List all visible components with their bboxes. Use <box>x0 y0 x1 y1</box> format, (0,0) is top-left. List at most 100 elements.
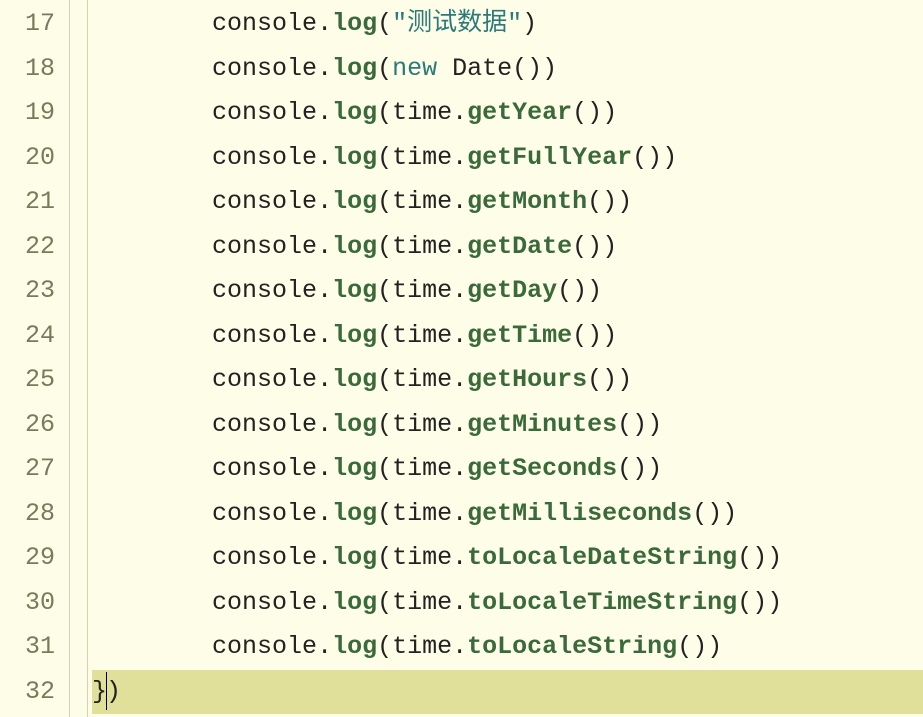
token-dot: . <box>452 454 467 483</box>
token-obj: time <box>392 276 452 305</box>
token-dot: . <box>317 98 332 127</box>
token-paren: () <box>572 98 602 127</box>
token-method: log <box>332 232 377 261</box>
token-method: getMonth <box>467 187 587 216</box>
token-obj: console <box>212 543 317 572</box>
token-method: log <box>332 632 377 661</box>
token-obj: time <box>392 98 452 127</box>
code-line[interactable]: console.log("测试数据") <box>92 2 923 47</box>
token-paren: ( <box>377 54 392 83</box>
token-method: log <box>332 9 377 38</box>
token-obj: console <box>212 232 317 261</box>
line-number: 19 <box>0 91 69 136</box>
token-obj: console <box>212 54 317 83</box>
token-method: toLocaleDateString <box>467 543 737 572</box>
code-line[interactable]: console.log(time.getFullYear()) <box>92 136 923 181</box>
token-dot: . <box>317 276 332 305</box>
token-paren: ( <box>377 321 392 350</box>
token-obj: time <box>392 187 452 216</box>
token-paren: ) <box>602 232 617 261</box>
token-dot: . <box>452 499 467 528</box>
token-obj: time <box>392 454 452 483</box>
token-paren: ( <box>377 454 392 483</box>
code-line[interactable]: console.log(time.getHours()) <box>92 358 923 403</box>
code-line[interactable]: console.log(new Date()) <box>92 47 923 92</box>
code-line[interactable]: }) <box>92 670 923 715</box>
token-method: getFullYear <box>467 143 632 172</box>
token-paren: () <box>512 54 542 83</box>
token-obj: console <box>212 9 317 38</box>
token-obj: console <box>212 276 317 305</box>
token-keyword: new <box>392 54 437 83</box>
token-obj: console <box>212 98 317 127</box>
token-paren: ) <box>542 54 557 83</box>
line-number: 30 <box>0 581 69 626</box>
token-method: getMinutes <box>467 410 617 439</box>
token-method: log <box>332 187 377 216</box>
line-number: 25 <box>0 358 69 403</box>
token-method: log <box>332 98 377 127</box>
token-obj: time <box>392 543 452 572</box>
token-dot: . <box>452 98 467 127</box>
token-brace: } <box>92 677 107 706</box>
token-method: log <box>332 543 377 572</box>
token-paren: () <box>587 365 617 394</box>
token-dot: . <box>317 143 332 172</box>
token-method: log <box>332 454 377 483</box>
code-line[interactable]: console.log(time.getMonth()) <box>92 180 923 225</box>
token-paren: () <box>587 187 617 216</box>
token-obj: console <box>212 365 317 394</box>
code-line[interactable]: console.log(time.toLocaleTimeString()) <box>92 581 923 626</box>
code-editor-area[interactable]: console.log("测试数据") console.log(new Date… <box>88 0 923 717</box>
line-number: 24 <box>0 314 69 359</box>
token-dot: . <box>317 543 332 572</box>
token-paren: ( <box>377 499 392 528</box>
token-dot: . <box>452 276 467 305</box>
line-number: 20 <box>0 136 69 181</box>
token-method: getTime <box>467 321 572 350</box>
line-number: 21 <box>0 180 69 225</box>
line-number: 23 <box>0 269 69 314</box>
fold-strip <box>70 0 88 717</box>
code-line[interactable]: console.log(time.getDay()) <box>92 269 923 314</box>
token-paren: ) <box>617 365 632 394</box>
line-number: 17 <box>0 2 69 47</box>
token-dot: . <box>452 365 467 394</box>
token-paren: ( <box>377 543 392 572</box>
code-line[interactable]: console.log(time.getDate()) <box>92 225 923 270</box>
token-dot: . <box>317 54 332 83</box>
token-paren: ) <box>767 543 782 572</box>
token-obj: console <box>212 187 317 216</box>
code-line[interactable]: console.log(time.getMilliseconds()) <box>92 492 923 537</box>
code-line[interactable]: console.log(time.toLocaleString()) <box>92 625 923 670</box>
token-dot: . <box>452 410 467 439</box>
line-number-gutter: 17181920212223242526272829303132 <box>0 0 70 717</box>
token-obj: console <box>212 410 317 439</box>
token-paren: () <box>692 499 722 528</box>
token-method: log <box>332 276 377 305</box>
token-paren: ) <box>722 499 737 528</box>
token-paren: ) <box>106 677 121 706</box>
token-method: toLocaleTimeString <box>467 588 737 617</box>
token-method: getHours <box>467 365 587 394</box>
code-line[interactable]: console.log(time.getTime()) <box>92 314 923 359</box>
token-paren: ( <box>377 187 392 216</box>
token-paren: ) <box>602 98 617 127</box>
token-method: log <box>332 588 377 617</box>
line-number: 18 <box>0 47 69 92</box>
code-line[interactable]: console.log(time.getMinutes()) <box>92 403 923 448</box>
token-paren: () <box>572 232 602 261</box>
token-paren: ) <box>647 410 662 439</box>
token-dot: . <box>452 543 467 572</box>
code-line[interactable]: console.log(time.getSeconds()) <box>92 447 923 492</box>
token-dot: . <box>452 632 467 661</box>
token-paren: ) <box>647 454 662 483</box>
token-plain <box>437 54 452 83</box>
token-dot: . <box>452 588 467 617</box>
token-method: getYear <box>467 98 572 127</box>
token-method: log <box>332 54 377 83</box>
token-paren: () <box>737 588 767 617</box>
code-line[interactable]: console.log(time.getYear()) <box>92 91 923 136</box>
code-line[interactable]: console.log(time.toLocaleDateString()) <box>92 536 923 581</box>
token-dot: . <box>317 454 332 483</box>
